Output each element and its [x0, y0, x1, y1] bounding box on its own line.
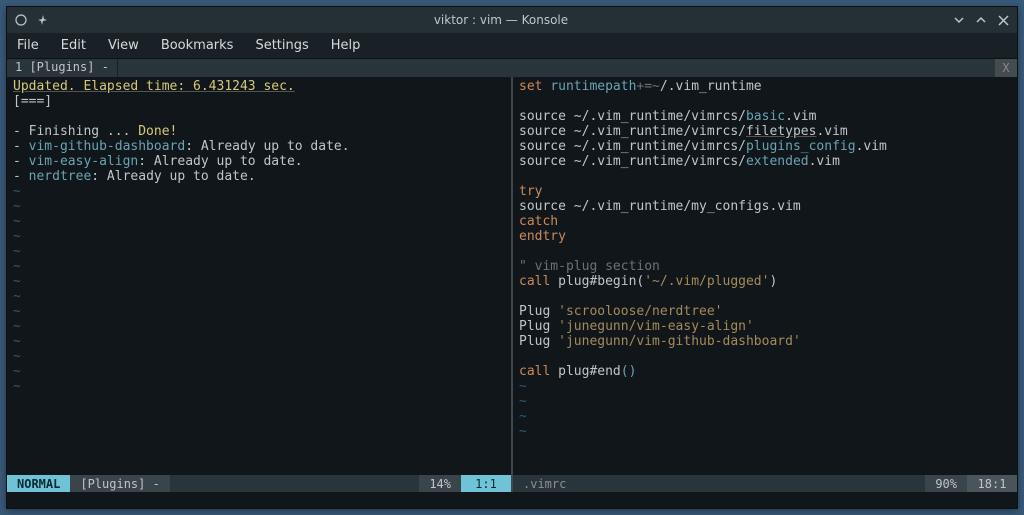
pin-icon[interactable] — [37, 14, 49, 26]
menu-edit[interactable]: Edit — [61, 38, 86, 53]
close-icon[interactable] — [997, 14, 1009, 26]
scroll-percent: 14% — [419, 475, 461, 492]
cursor-position: 1:1 — [461, 475, 511, 492]
statusline-right: .vimrc 90% 18:1 — [513, 475, 1017, 492]
menu-view[interactable]: View — [108, 38, 139, 53]
empty-line-tilde: ~ — [13, 259, 505, 274]
buffer-plugins[interactable]: Updated. Elapsed time: 6.431243 sec.[===… — [7, 77, 511, 475]
empty-line-tilde: ~ — [519, 409, 1011, 424]
code-line: - Finishing ... Done! — [13, 124, 505, 139]
empty-line-tilde: ~ — [13, 334, 505, 349]
menubar: File Edit View Bookmarks Settings Help — [7, 33, 1017, 59]
code-line: [===] — [13, 94, 505, 109]
empty-line-tilde: ~ — [13, 274, 505, 289]
code-line: try — [519, 184, 1011, 199]
menu-bookmarks[interactable]: Bookmarks — [161, 38, 234, 53]
empty-line-tilde: ~ — [13, 199, 505, 214]
code-line: - vim-easy-align: Already up to date. — [13, 154, 505, 169]
code-line: set runtimepath+=~/.vim_runtime — [519, 79, 1011, 94]
buffer-vimrc[interactable]: set runtimepath+=~/.vim_runtime source ~… — [513, 77, 1017, 475]
empty-line-tilde: ~ — [13, 319, 505, 334]
scroll-percent: 90% — [925, 475, 967, 492]
code-line: source ~/.vim_runtime/my_configs.vim — [519, 199, 1011, 214]
empty-line-tilde: ~ — [13, 214, 505, 229]
tab-close-icon[interactable]: X — [995, 59, 1017, 77]
code-line: source ~/.vim_runtime/vimrcs/filetypes.v… — [519, 124, 1011, 139]
buffer-name: .vimrc — [513, 475, 576, 492]
code-line: Plug 'junegunn/vim-github-dashboard' — [519, 334, 1011, 349]
code-line — [519, 244, 1011, 259]
cursor-position: 18:1 — [967, 475, 1017, 492]
menu-help[interactable]: Help — [331, 38, 361, 53]
code-line: - vim-github-dashboard: Already up to da… — [13, 139, 505, 154]
code-line — [519, 289, 1011, 304]
statusline-left: NORMAL [Plugins] - 14% 1:1 — [7, 475, 511, 492]
empty-line-tilde: ~ — [519, 379, 1011, 394]
menu-file[interactable]: File — [17, 38, 39, 53]
code-line — [519, 94, 1011, 109]
konsole-window: viktor : vim — Konsole File Edit View Bo… — [6, 6, 1018, 509]
command-line[interactable] — [7, 492, 1017, 508]
code-line: source ~/.vim_runtime/vimrcs/extended.vi… — [519, 154, 1011, 169]
code-line: call plug#begin('~/.vim/plugged') — [519, 274, 1011, 289]
empty-line-tilde: ~ — [13, 349, 505, 364]
window-title: viktor : vim — Konsole — [49, 13, 953, 27]
mode-indicator: NORMAL — [7, 475, 70, 492]
empty-line-tilde: ~ — [13, 289, 505, 304]
empty-line-tilde: ~ — [13, 229, 505, 244]
empty-line-tilde: ~ — [13, 304, 505, 319]
maximize-icon[interactable] — [975, 14, 987, 26]
titlebar: viktor : vim — Konsole — [7, 7, 1017, 33]
empty-line-tilde: ~ — [519, 424, 1011, 439]
code-line: Updated. Elapsed time: 6.431243 sec. — [13, 79, 505, 94]
code-line: catch — [519, 214, 1011, 229]
empty-line-tilde: ~ — [13, 364, 505, 379]
empty-line-tilde: ~ — [13, 379, 505, 394]
code-line: endtry — [519, 229, 1011, 244]
tab-plugins[interactable]: 1 [Plugins] - — [7, 59, 118, 77]
code-line: - nerdtree: Already up to date. — [13, 169, 505, 184]
code-line: Plug 'junegunn/vim-easy-align' — [519, 319, 1011, 334]
empty-line-tilde: ~ — [519, 394, 1011, 409]
code-line: Plug 'scrooloose/nerdtree' — [519, 304, 1011, 319]
code-line — [519, 169, 1011, 184]
empty-line-tilde: ~ — [13, 184, 505, 199]
vim-splits: Updated. Elapsed time: 6.431243 sec.[===… — [7, 77, 1017, 492]
pane-left: Updated. Elapsed time: 6.431243 sec.[===… — [7, 77, 511, 492]
pane-right: set runtimepath+=~/.vim_runtime source ~… — [511, 77, 1017, 492]
code-line — [519, 349, 1011, 364]
code-line: " vim-plug section — [519, 259, 1011, 274]
app-menu-icon[interactable] — [15, 14, 27, 26]
minimize-icon[interactable] — [953, 14, 965, 26]
code-line: source ~/.vim_runtime/vimrcs/basic.vim — [519, 109, 1011, 124]
code-line: source ~/.vim_runtime/vimrcs/plugins_con… — [519, 139, 1011, 154]
buffer-name: [Plugins] - — [70, 475, 169, 492]
menu-settings[interactable]: Settings — [255, 38, 308, 53]
code-line — [13, 109, 505, 124]
vim-tabline: 1 [Plugins] - X — [7, 59, 1017, 77]
code-line: call plug#end() — [519, 364, 1011, 379]
empty-line-tilde: ~ — [13, 244, 505, 259]
